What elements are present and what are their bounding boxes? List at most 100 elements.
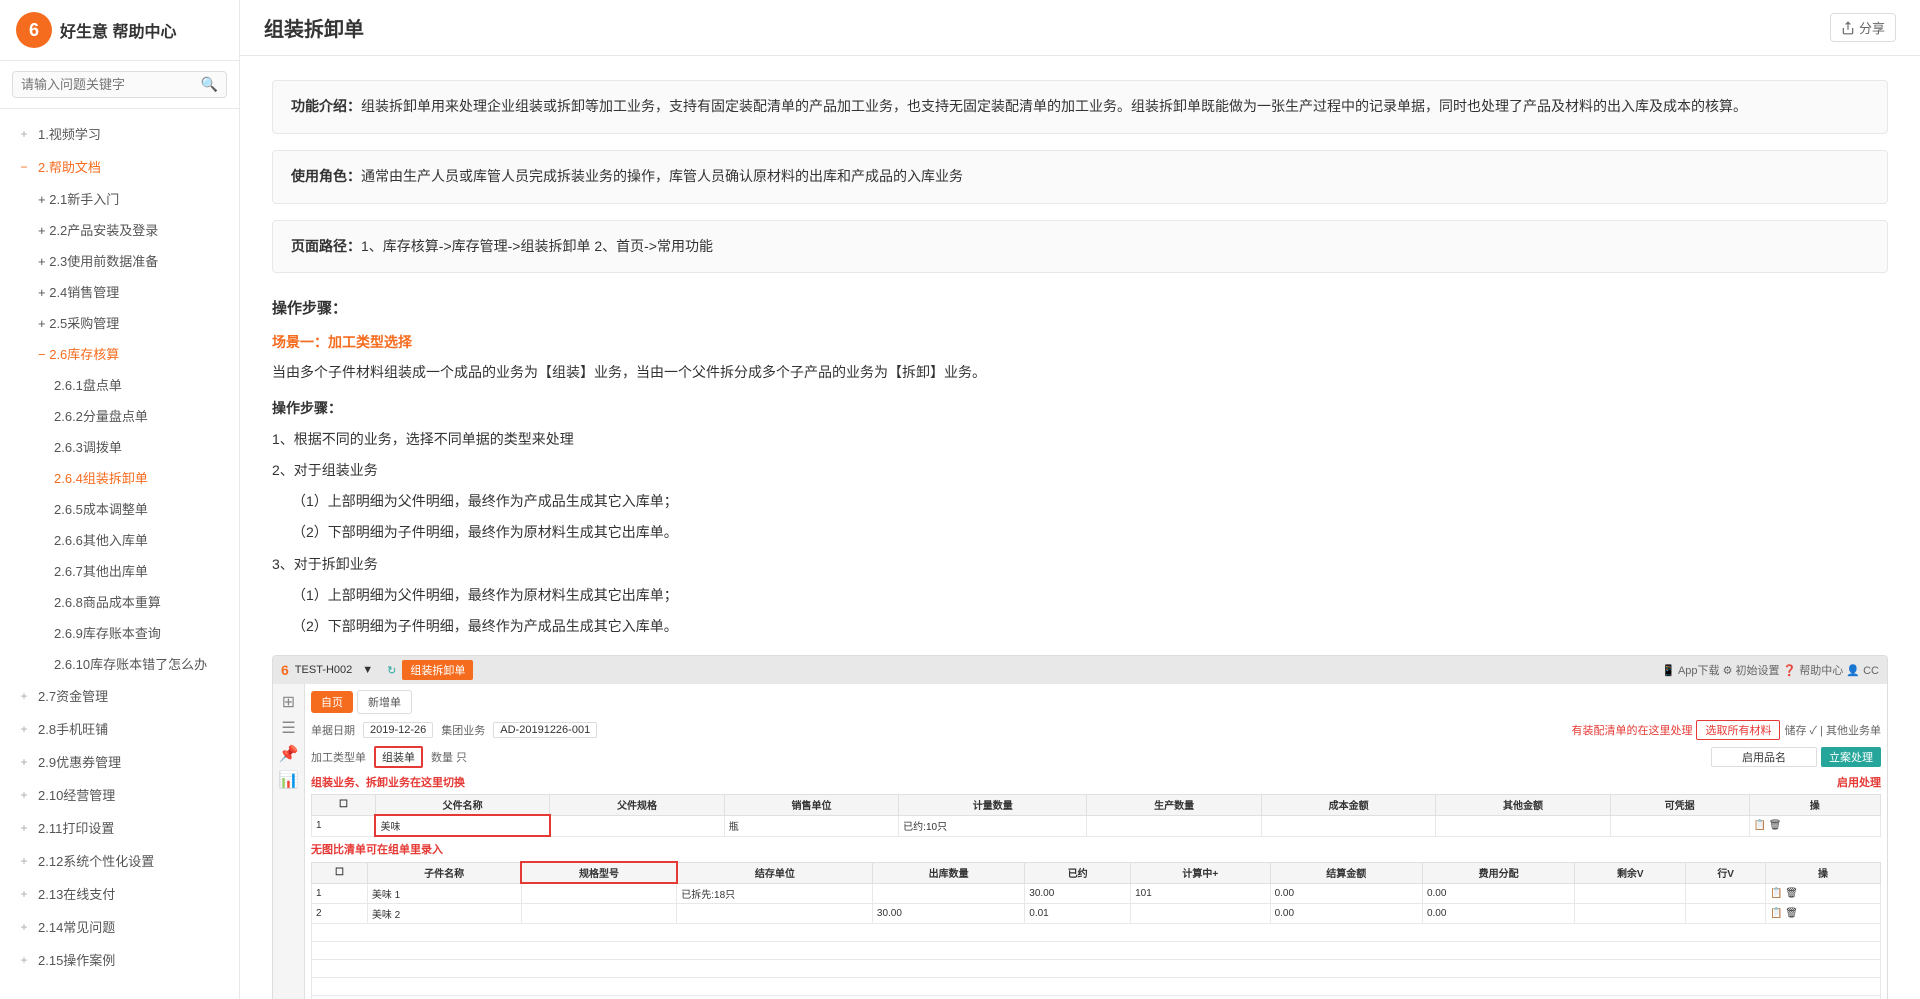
sidebar-item-finance[interactable]: + 2.7资金管理 [0, 679, 239, 712]
nav-btn[interactable]: 组装拆卸单 [402, 660, 473, 680]
sidebar-item-newbie[interactable]: + 2.1新手入门 [0, 183, 239, 214]
search-input[interactable] [21, 77, 201, 92]
td-pcount [1087, 815, 1261, 836]
table-row: 1 美味 1 已拆先:18只 30.00 101 0.00 0.00 [312, 883, 1881, 903]
enable-input[interactable]: 启用品名 [1711, 747, 1817, 767]
sidebar-nav: + 1.视频学习 − 2.帮助文档 + 2.1新手入门 + 2.2产品安装及登录… [0, 109, 239, 999]
step2-2: （2）下部明细为子件明细，最终作为原材料生成其它出库单。 [272, 520, 1888, 545]
sidebar-item-video[interactable]: + 1.视频学习 [0, 117, 239, 150]
th-fspec: 父件规格 [550, 795, 724, 816]
process-btn[interactable]: 选取所有材料 [1696, 720, 1780, 740]
bom-annotation: 有装配清单的在这里处理 [1571, 722, 1692, 738]
nav-section-mobile: + 2.8手机旺铺 [0, 712, 239, 745]
sidebar-item-query[interactable]: 2.6.9库存账本查询 [0, 617, 239, 648]
bth-unit: 结存单位 [677, 862, 873, 883]
share-icon [1841, 21, 1855, 35]
sidebar-item-help[interactable]: − 2.帮助文档 [0, 150, 239, 183]
th-mcount: 计量数量 [899, 795, 1087, 816]
minus-icon: − [16, 159, 32, 175]
nav-section-coupon: + 2.9优惠券管理 [0, 745, 239, 778]
sidebar-item-costcalc[interactable]: 2.6.8商品成本重算 [0, 586, 239, 617]
sidebar-item-adjust[interactable]: 2.6.3调拨单 [0, 431, 239, 462]
th-cost: 成本金额 [1261, 795, 1435, 816]
step2: 2、对于组装业务 [272, 458, 1888, 483]
form-no-val[interactable]: AD-20191226-001 [493, 722, 597, 738]
annotation-enable: 启用处理 [1837, 774, 1881, 790]
plus-icon: + [38, 285, 49, 300]
search-bar: 🔍 [0, 61, 239, 109]
nav-btn-new[interactable]: 新增单 [357, 690, 412, 714]
sidebar-item-ops[interactable]: + 2.10经营管理 [0, 778, 239, 811]
sidebar-item-cost[interactable]: 2.6.5成本调整单 [0, 493, 239, 524]
action-btn[interactable]: 立案处理 [1821, 747, 1881, 767]
sidebar-item-wrong[interactable]: 2.6.10库存账本错了怎么办 [0, 648, 239, 679]
type-val[interactable]: 组装单 [374, 746, 423, 768]
td-fspec [550, 815, 724, 836]
sidebar-item-out[interactable]: 2.6.7其他出库单 [0, 555, 239, 586]
bth-actions: 操 [1766, 862, 1881, 883]
form-date-val[interactable]: 2019-12-26 [363, 722, 433, 738]
sidebar-item-inventory[interactable]: − 2.6库存核算 [0, 338, 239, 369]
top-right-icons: 📱 App下载 ⚙ 初始设置 ❓ 帮助中心 👤 CC [1662, 662, 1879, 678]
plus-icon7: + [16, 853, 32, 869]
plus-icon10: + [16, 952, 32, 968]
nav-section-finance: + 2.7资金管理 [0, 679, 239, 712]
sidebar-item-stockcheck[interactable]: 2.6.1盘点单 [0, 369, 239, 400]
td-avail [1610, 815, 1749, 836]
sidebar-item-payment[interactable]: + 2.13在线支付 [0, 877, 239, 910]
th-avail: 可凭据 [1610, 795, 1749, 816]
role-block: 使用角色：通常由生产人员或库管人员完成拆装业务的操作，库管人员确认原材料的出库和… [272, 150, 1888, 204]
sidebar-item-payment-label: 2.13在线支付 [38, 884, 115, 903]
share-button[interactable]: 分享 [1830, 13, 1896, 42]
main: 组装拆卸单 分享 功能介绍：组装拆卸单用来处理企业组装或拆卸等加工业务，支持有固… [240, 0, 1920, 999]
nav-section-help: − 2.帮助文档 + 2.1新手入门 + 2.2产品安装及登录 + 2.3使用前… [0, 150, 239, 679]
scenario1-desc: 当由多个子件材料组装成一个成品的业务为【组装】业务，当由一个父件拆分成多个子产品… [272, 360, 1888, 385]
bth-outqty: 出库数量 [872, 862, 1024, 883]
td-cost [1261, 815, 1435, 836]
th-checkbox: ☐ [312, 795, 376, 816]
sidebar-item-assembly[interactable]: 2.6.4组装拆卸单 [0, 462, 239, 493]
search-icon[interactable]: 🔍 [201, 76, 218, 93]
role-label: 使用角色： [291, 168, 361, 184]
bth-sname: 子件名称 [367, 862, 521, 883]
nav-section-customize: + 2.12系统个性化设置 [0, 844, 239, 877]
plus-icon: + [16, 126, 32, 142]
sidebar-item-customize[interactable]: + 2.12系统个性化设置 [0, 844, 239, 877]
sidebar-item-faq[interactable]: + 2.14常见问题 [0, 910, 239, 943]
top-table-wrap: ☐ 父件名称 父件规格 销售单位 计量数量 生产数量 成本金额 其他金额 可凭据 [311, 794, 1881, 837]
sidebar-item-purchase[interactable]: + 2.5采购管理 [0, 307, 239, 338]
sidebar-item-cases-label: 2.15操作案例 [38, 950, 115, 969]
search-wrap[interactable]: 🔍 [12, 71, 227, 98]
th-unit: 销售单位 [724, 795, 898, 816]
sidebar-item-install[interactable]: + 2.2产品安装及登录 [0, 214, 239, 245]
nav-btn-active[interactable]: 自页 [311, 691, 353, 713]
td-mcount: 已约:10只 [899, 815, 1087, 836]
form-header: 单据日期 2019-12-26 集团业务 AD-20191226-001 有装配… [311, 720, 1881, 740]
plus-icon6: + [16, 820, 32, 836]
type-label: 加工类型单 [311, 749, 366, 765]
sidebar-item-print[interactable]: + 2.11打印设置 [0, 811, 239, 844]
screenshot-body: ⊞ ☰ 📌 📊 自页 新增单 [273, 684, 1887, 999]
sidebar-item-ops-label: 2.10经营管理 [38, 785, 115, 804]
th-fname: 父件名称 [375, 795, 549, 816]
sidebar-item-mobile[interactable]: + 2.8手机旺铺 [0, 712, 239, 745]
action-opts: 储存 ✓ | 其他业务单 [1784, 722, 1881, 738]
bth-booked: 已约 [1025, 862, 1131, 883]
step3-2: （2）下部明细为子件明细，最终作为产成品生成其它入库单。 [272, 614, 1888, 639]
sidebar-item-sales[interactable]: + 2.4销售管理 [0, 276, 239, 307]
plus-icon9: + [16, 919, 32, 935]
sidebar-item-data[interactable]: + 2.3使用前数据准备 [0, 245, 239, 276]
sidebar-item-coupon[interactable]: + 2.9优惠券管理 [0, 745, 239, 778]
sidebar-header: 6 好生意 帮助中心 [0, 0, 239, 61]
logo-text: 好生意 帮助中心 [60, 18, 176, 42]
plus-icon5: + [16, 787, 32, 803]
nav-section-print: + 2.11打印设置 [0, 811, 239, 844]
td-act: 📋 🗑 [1749, 815, 1881, 836]
step1: 1、根据不同的业务，选择不同单据的类型来处理 [272, 427, 1888, 452]
sidebar-item-cases[interactable]: + 2.15操作案例 [0, 943, 239, 976]
path-text: 1、库存核算->库存管理->组装拆卸单 2、首页->常用功能 [361, 238, 713, 254]
plus-icon: + [38, 223, 49, 238]
ops-title: 操作步骤： [272, 297, 1888, 318]
sidebar-item-splitcheck[interactable]: 2.6.2分量盘点单 [0, 400, 239, 431]
sidebar-item-in[interactable]: 2.6.6其他入库单 [0, 524, 239, 555]
